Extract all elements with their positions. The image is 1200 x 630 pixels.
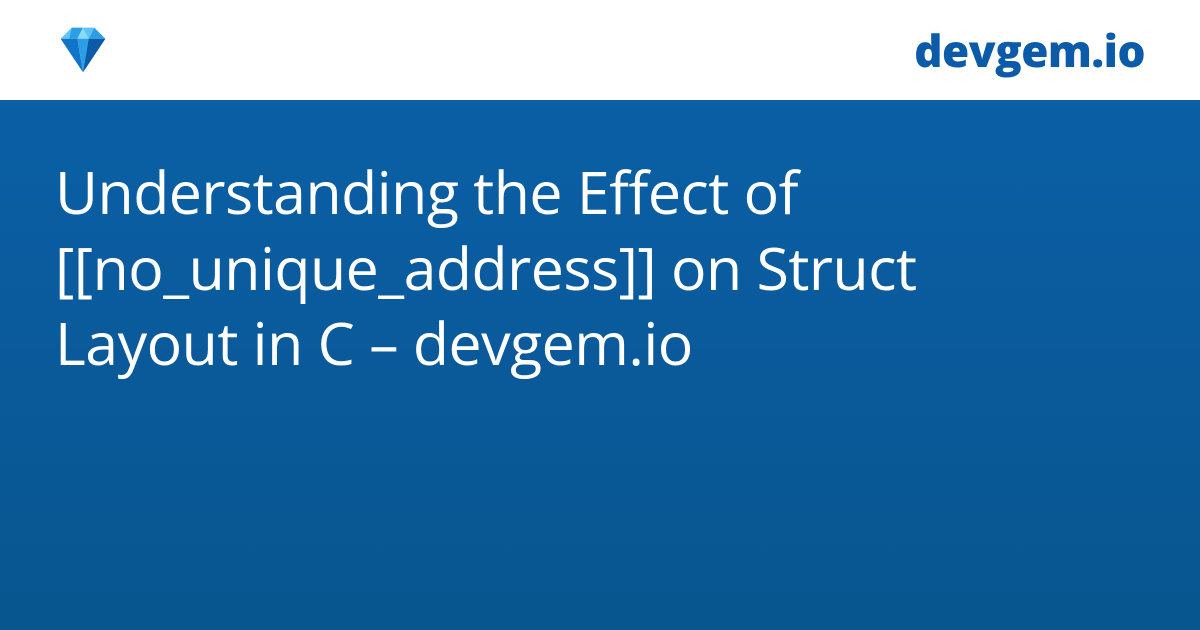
site-name: devgem.io (914, 20, 1145, 80)
hero: Understanding the Effect of [[no_unique_… (0, 100, 1200, 630)
gem-icon (55, 22, 111, 78)
page-title: Understanding the Effect of [[no_unique_… (55, 155, 1035, 382)
header: devgem.io (0, 0, 1200, 100)
